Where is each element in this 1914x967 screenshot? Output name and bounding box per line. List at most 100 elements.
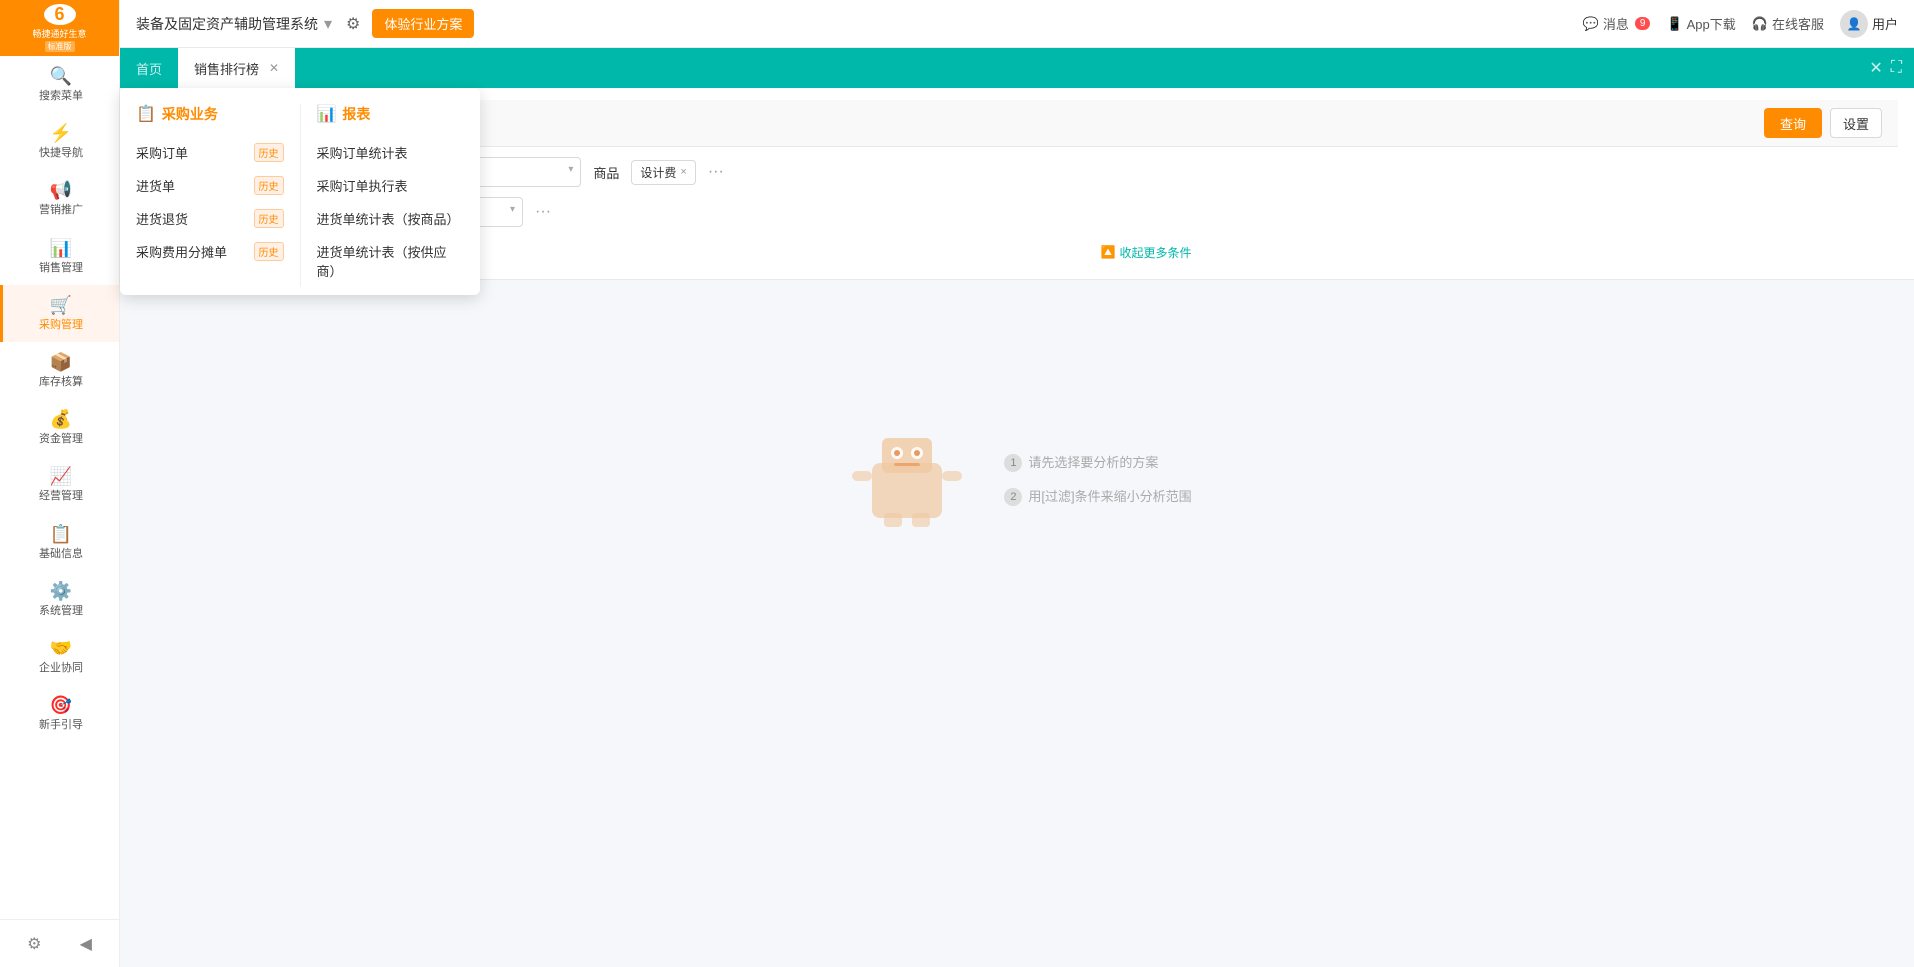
- logo-badge: 标准版: [45, 41, 75, 52]
- settings-icon[interactable]: ⚙: [346, 14, 360, 34]
- empty-content: 1 请先选择要分析的方案 2 用[过滤]条件来缩小分析范围: [842, 423, 1191, 538]
- report-col-title-text: 报表: [342, 104, 370, 124]
- sidebar-item-operations[interactable]: 📈 经营管理: [0, 456, 119, 513]
- filter-dots-2[interactable]: ···: [535, 203, 551, 221]
- dropdown-col-purchase: 📋 采购业务 采购订单 历史 进货单 历史 进货退货 历史 采购费用分摊单 历史: [120, 104, 300, 287]
- empty-text-area: 1 请先选择要分析的方案 2 用[过滤]条件来缩小分析范围: [1004, 450, 1191, 510]
- empty-step2: 2 用[过滤]条件来缩小分析范围: [1004, 484, 1191, 510]
- robot-svg: [842, 423, 972, 533]
- dropdown-item-incoming-stats-supplier[interactable]: 进货单统计表（按供应商）: [317, 235, 465, 287]
- empty-illustration: [842, 423, 972, 538]
- collab-icon: 🤝: [50, 638, 72, 659]
- report-col-icon: 📊: [317, 104, 337, 124]
- sidebar-item-marketing[interactable]: 📢 营销推广: [0, 170, 119, 227]
- dropdown-item-purchase-incoming[interactable]: 进货单 历史: [136, 169, 284, 202]
- sidebar-item-stock[interactable]: 📦 库存核算: [0, 342, 119, 399]
- dropdown-item-purchase-order[interactable]: 采购订单 历史: [136, 136, 284, 169]
- marketing-icon: 📢: [50, 180, 72, 201]
- product-tag-close-icon[interactable]: ×: [680, 166, 686, 178]
- collapse-btn[interactable]: 🔼 收起更多条件: [1101, 240, 1192, 265]
- support-label: 在线客服: [1772, 14, 1824, 33]
- sidebar-collapse-btn[interactable]: ◀: [80, 934, 92, 954]
- user-btn[interactable]: 👤 用户: [1840, 10, 1898, 38]
- operations-icon: 📈: [50, 466, 72, 487]
- tab-close-icon[interactable]: ✕: [269, 61, 279, 75]
- finance-icon: 💰: [50, 409, 72, 430]
- sidebar-settings-btn[interactable]: ⚙: [27, 934, 41, 954]
- empty-state: 1 请先选择要分析的方案 2 用[过滤]条件来缩小分析范围: [120, 280, 1914, 680]
- purchase-icon: 🛒: [50, 295, 72, 316]
- headset-icon: 🎧: [1752, 16, 1768, 32]
- sidebar-item-sales[interactable]: 📊 销售管理: [0, 228, 119, 285]
- dropdown-item-incoming-stats-product[interactable]: 进货单统计表（按商品）: [317, 202, 465, 235]
- product-tag-text: 设计费: [640, 164, 676, 181]
- app-label: App下载: [1687, 14, 1736, 33]
- system-title: 装备及固定资产辅助管理系统: [136, 14, 318, 34]
- tab-home[interactable]: 首页: [120, 48, 178, 88]
- purchase-col-title: 📋 采购业务: [136, 104, 284, 124]
- logo-text: 畅捷通好生意: [32, 27, 86, 40]
- sidebar: 6 畅捷通好生意 标准版 🔍 搜索菜单 ⚡ 快捷导航 📢 营销推广 📊 销售管理…: [0, 0, 120, 967]
- tab-bar-close-icon[interactable]: ✕: [1869, 58, 1882, 78]
- tab-home-label: 首页: [136, 59, 162, 78]
- basic-icon: 📋: [50, 524, 72, 545]
- step1-num: 1: [1004, 454, 1022, 472]
- product-tag: 设计费 ×: [631, 160, 695, 185]
- sidebar-item-search[interactable]: 🔍 搜索菜单: [0, 56, 119, 113]
- tab-bar: 首页 销售排行榜 ✕ ✕ ⛶: [120, 48, 1914, 88]
- avatar-icon: 👤: [1847, 17, 1862, 31]
- sidebar-item-system[interactable]: ⚙️ 系统管理: [0, 571, 119, 628]
- sidebar-logo: 6 畅捷通好生意 标准版: [0, 0, 119, 56]
- sidebar-item-purchase[interactable]: 🛒 采购管理: [0, 285, 119, 342]
- avatar: 👤: [1840, 10, 1868, 38]
- tab-sales-rank[interactable]: 销售排行榜 ✕: [178, 48, 295, 88]
- dropdown-item-purchase-expense[interactable]: 采购费用分摊单 历史: [136, 235, 284, 268]
- dropdown-item-order-exec[interactable]: 采购订单执行表: [317, 169, 465, 202]
- top-right: 💬 消息 9 📱 App下载 🎧 在线客服 👤 用户: [1583, 10, 1898, 38]
- product-label: 商品: [593, 163, 619, 182]
- purchase-order-badge: 历史: [254, 143, 284, 162]
- tab-bar-right: ✕ ⛶: [1869, 58, 1914, 78]
- dropdown-item-purchase-return[interactable]: 进货退货 历史: [136, 202, 284, 235]
- sidebar-item-quick[interactable]: ⚡ 快捷导航: [0, 113, 119, 170]
- settings-btn[interactable]: 设置: [1830, 108, 1882, 138]
- step2-text: 用[过滤]条件来缩小分析范围: [1028, 484, 1191, 510]
- sidebar-item-finance[interactable]: 💰 资金管理: [0, 399, 119, 456]
- tab-bar-expand-icon[interactable]: ⛶: [1891, 59, 1902, 77]
- report-col-title: 📊 报表: [317, 104, 465, 124]
- query-btn[interactable]: 查询: [1764, 108, 1822, 138]
- support-btn[interactable]: 🎧 在线客服: [1752, 14, 1824, 33]
- top-header: 装备及固定资产辅助管理系统 ▾ ⚙ 体验行业方案 💬 消息 9 📱 App下载 …: [120, 0, 1914, 48]
- purchase-order-label: 采购订单: [136, 143, 188, 162]
- sidebar-item-guide[interactable]: 🎯 新手引导: [0, 685, 119, 742]
- quick-icon: ⚡: [50, 123, 72, 144]
- sidebar-bottom: ⚙ ◀: [0, 919, 119, 967]
- message-btn[interactable]: 💬 消息 9: [1583, 14, 1651, 33]
- industry-btn[interactable]: 体验行业方案: [372, 9, 474, 38]
- system-icon: ⚙️: [50, 581, 72, 602]
- message-label: 消息: [1603, 14, 1629, 33]
- purchase-incoming-label: 进货单: [136, 176, 175, 195]
- sidebar-item-collab[interactable]: 🤝 企业协同: [0, 628, 119, 685]
- sidebar-item-basic[interactable]: 📋 基础信息: [0, 514, 119, 571]
- sidebar-nav: 🔍 搜索菜单 ⚡ 快捷导航 📢 营销推广 📊 销售管理 🛒 采购管理 📦 库存核…: [0, 56, 119, 919]
- collapse-label: 收起更多条件: [1119, 244, 1191, 261]
- app-download-btn[interactable]: 📱 App下载: [1666, 14, 1735, 33]
- user-label: 用户: [1872, 14, 1898, 33]
- incoming-stats-supplier-label: 进货单统计表（按供应商）: [317, 242, 465, 280]
- step1-text: 请先选择要分析的方案: [1028, 450, 1158, 476]
- purchase-expense-badge: 历史: [254, 242, 284, 261]
- purchase-col-icon: 📋: [136, 104, 156, 124]
- action-buttons: 查询 设置: [1764, 108, 1882, 138]
- search-icon: 🔍: [50, 66, 72, 87]
- order-stats-label: 采购订单统计表: [317, 143, 408, 162]
- message-icon: 💬: [1583, 16, 1599, 32]
- dropdown-item-order-stats[interactable]: 采购订单统计表: [317, 136, 465, 169]
- dropdown-arrow-icon[interactable]: ▾: [324, 14, 332, 34]
- purchase-incoming-badge: 历史: [254, 176, 284, 195]
- guide-icon: 🎯: [50, 695, 72, 716]
- purchase-expense-label: 采购费用分摊单: [136, 242, 227, 261]
- purchase-dropdown-menu: 📋 采购业务 采购订单 历史 进货单 历史 进货退货 历史 采购费用分摊单 历史: [120, 88, 480, 295]
- dropdown-cols: 📋 采购业务 采购订单 历史 进货单 历史 进货退货 历史 采购费用分摊单 历史: [120, 104, 480, 287]
- filter-dots-1[interactable]: ···: [708, 163, 724, 181]
